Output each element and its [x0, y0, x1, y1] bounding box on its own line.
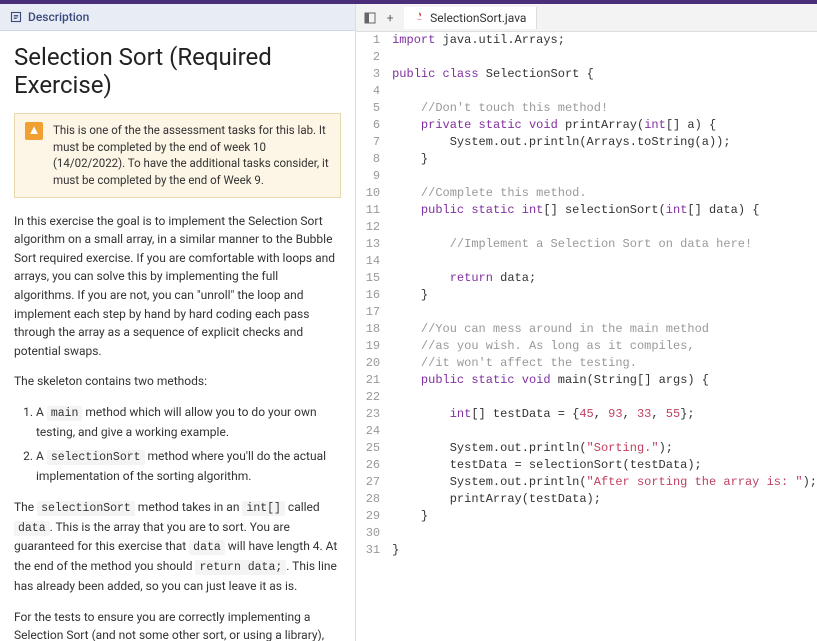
code-line[interactable]: System.out.println("Sorting.");	[392, 440, 817, 457]
code-line[interactable]	[392, 304, 817, 321]
line-number: 2	[356, 49, 380, 66]
code-line[interactable]: //Complete this method.	[392, 185, 817, 202]
code-inline: data	[14, 521, 50, 536]
code-line[interactable]	[392, 423, 817, 440]
tab-label: SelectionSort.java	[430, 11, 526, 25]
line-number: 8	[356, 151, 380, 168]
line-number: 14	[356, 253, 380, 270]
code-line[interactable]: //Implement a Selection Sort on data her…	[392, 236, 817, 253]
new-tab-icon[interactable]: +	[382, 10, 398, 26]
line-number: 28	[356, 491, 380, 508]
code-line[interactable]: //Don't touch this method!	[392, 100, 817, 117]
line-number: 9	[356, 168, 380, 185]
code-line[interactable]: System.out.println("After sorting the ar…	[392, 474, 817, 491]
line-number: 15	[356, 270, 380, 287]
code-line[interactable]: System.out.println(Arrays.toString(a));	[392, 134, 817, 151]
code-line[interactable]: printArray(testData);	[392, 491, 817, 508]
line-number: 26	[356, 457, 380, 474]
java-file-icon	[414, 11, 425, 25]
line-number: 4	[356, 83, 380, 100]
line-number: 27	[356, 474, 380, 491]
description-header[interactable]: Description	[0, 4, 355, 31]
code-inline: selectionSort	[47, 450, 145, 465]
line-number: 30	[356, 525, 380, 542]
tab-controls: +	[356, 10, 404, 26]
code-line[interactable]	[392, 219, 817, 236]
sidebar-toggle-icon[interactable]	[362, 10, 378, 26]
description-panel: Description Selection Sort (Required Exe…	[0, 4, 356, 641]
warning-box: ▲ This is one of the the assessment task…	[14, 113, 341, 198]
line-number: 31	[356, 542, 380, 559]
list-item: A main method which will allow you to do…	[36, 403, 341, 441]
line-number: 6	[356, 117, 380, 134]
code-area[interactable]: import java.util.Arrays; public class Se…	[388, 32, 817, 641]
line-number: 29	[356, 508, 380, 525]
code-line[interactable]	[392, 389, 817, 406]
code-line[interactable]: }	[392, 287, 817, 304]
line-number: 24	[356, 423, 380, 440]
description-icon	[10, 11, 22, 23]
code-line[interactable]: }	[392, 151, 817, 168]
code-inline: selectionSort	[37, 501, 135, 516]
paragraph-skeleton: The skeleton contains two methods:	[14, 372, 341, 391]
line-number: 11	[356, 202, 380, 219]
code-inline: return data;	[195, 560, 286, 575]
code-line[interactable]	[392, 49, 817, 66]
line-number: 12	[356, 219, 380, 236]
code-line[interactable]: import java.util.Arrays;	[392, 32, 817, 49]
line-number-gutter: 1234567891011121314151617181920212223242…	[356, 32, 388, 641]
code-line[interactable]: public static int[] selectionSort(int[] …	[392, 202, 817, 219]
code-line[interactable]: //You can mess around in the main method	[392, 321, 817, 338]
line-number: 23	[356, 406, 380, 423]
paragraph-intro: In this exercise the goal is to implemen…	[14, 212, 341, 361]
editor-panel: + SelectionSort.java 1234567891011121314…	[356, 4, 817, 641]
line-number: 1	[356, 32, 380, 49]
line-number: 18	[356, 321, 380, 338]
line-number: 21	[356, 372, 380, 389]
code-line[interactable]: //as you wish. As long as it compiles,	[392, 338, 817, 355]
code-line[interactable]: testData = selectionSort(testData);	[392, 457, 817, 474]
warning-text: This is one of the the assessment tasks …	[53, 122, 330, 189]
code-line[interactable]: public static void main(String[] args) {	[392, 372, 817, 389]
code-line[interactable]: public class SelectionSort {	[392, 66, 817, 83]
code-inline: main	[47, 406, 83, 421]
line-number: 22	[356, 389, 380, 406]
line-number: 16	[356, 287, 380, 304]
code-line[interactable]: int[] testData = {45, 93, 33, 55};	[392, 406, 817, 423]
paragraph-tests: For the tests to ensure you are correctl…	[14, 608, 341, 641]
line-number: 5	[356, 100, 380, 117]
code-inline: int[]	[242, 501, 285, 516]
description-label: Description	[28, 10, 89, 24]
code-line[interactable]: //it won't affect the testing.	[392, 355, 817, 372]
code-line[interactable]: private static void printArray(int[] a) …	[392, 117, 817, 134]
line-number: 25	[356, 440, 380, 457]
code-inline: data	[189, 540, 225, 555]
line-number: 19	[356, 338, 380, 355]
code-line[interactable]: return data;	[392, 270, 817, 287]
tab-selectionsort[interactable]: SelectionSort.java	[404, 7, 537, 29]
code-line[interactable]: }	[392, 508, 817, 525]
methods-list: A main method which will allow you to do…	[36, 403, 341, 486]
code-editor[interactable]: 1234567891011121314151617181920212223242…	[356, 32, 817, 641]
line-number: 20	[356, 355, 380, 372]
line-number: 10	[356, 185, 380, 202]
line-number: 17	[356, 304, 380, 321]
paragraph-selectionsort: The selectionSort method takes in an int…	[14, 498, 341, 596]
page-title: Selection Sort (Required Exercise)	[14, 43, 341, 99]
code-line[interactable]: }	[392, 542, 817, 559]
line-number: 7	[356, 134, 380, 151]
line-number: 13	[356, 236, 380, 253]
code-line[interactable]	[392, 253, 817, 270]
warning-icon: ▲	[25, 122, 43, 140]
code-line[interactable]	[392, 525, 817, 542]
editor-tab-bar: + SelectionSort.java	[356, 4, 817, 32]
code-line[interactable]	[392, 83, 817, 100]
main-container: Description Selection Sort (Required Exe…	[0, 4, 817, 641]
list-item: A selectionSort method where you'll do t…	[36, 447, 341, 485]
line-number: 3	[356, 66, 380, 83]
code-line[interactable]	[392, 168, 817, 185]
description-content: Selection Sort (Required Exercise) ▲ Thi…	[0, 31, 355, 641]
